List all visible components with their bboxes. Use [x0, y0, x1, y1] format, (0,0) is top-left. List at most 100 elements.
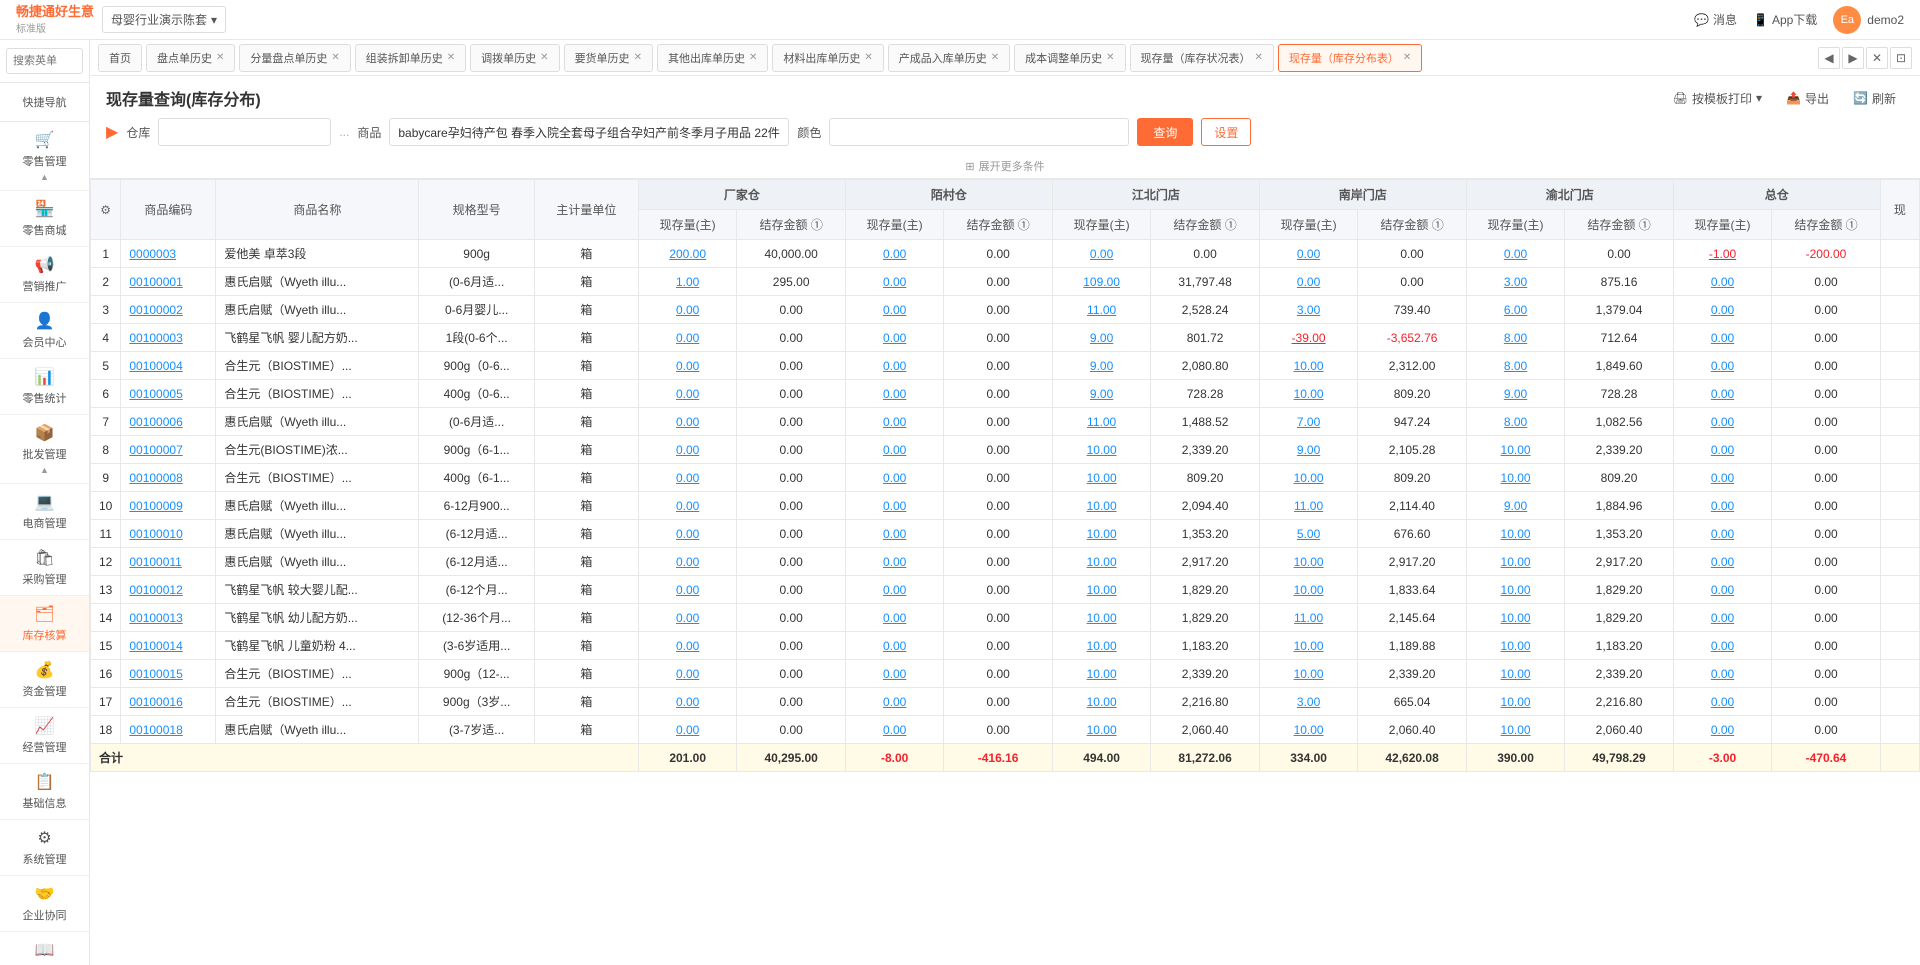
- sidebar-item-电商管理[interactable]: 💻电商管理: [0, 484, 89, 540]
- table-row: 12 00100011 惠氏启赋（Wyeth illu... (6-12月适..…: [91, 548, 1920, 576]
- sidebar-item-资金管理[interactable]: 💰资金管理: [0, 652, 89, 708]
- sidebar-item-采购管理[interactable]: 🛍采购管理: [0, 540, 89, 596]
- quick-nav-item[interactable]: 快捷导航: [0, 87, 89, 117]
- orange-arrow[interactable]: ▶: [106, 122, 118, 142]
- th-spec: 规格型号: [419, 180, 535, 240]
- expand-label: 展开更多条件: [979, 158, 1045, 174]
- message-label: 消息: [1713, 11, 1737, 28]
- settings-button[interactable]: 设置: [1201, 118, 1251, 146]
- th-current: 现: [1880, 180, 1919, 240]
- expand-icon: ⊞: [965, 160, 974, 173]
- query-button[interactable]: 查询: [1137, 118, 1193, 146]
- sidebar-item-系统管理[interactable]: ⚙系统管理: [0, 820, 89, 876]
- warehouse-input[interactable]: [158, 118, 331, 146]
- th-jb: 江北门店: [1052, 180, 1259, 210]
- message-button[interactable]: 💬 消息: [1694, 11, 1737, 28]
- search-input[interactable]: [6, 48, 83, 74]
- th-jb-qty: 现存量(主): [1052, 210, 1151, 240]
- color-input[interactable]: [829, 118, 1129, 146]
- sidebar-item-库存核算[interactable]: 🗂库存核算: [0, 596, 89, 652]
- th-yb-qty: 现存量(主): [1466, 210, 1565, 240]
- refresh-button[interactable]: 🔄 刷新: [1845, 87, 1904, 110]
- th-total: 总仓: [1673, 180, 1880, 210]
- tab-盘点单历史[interactable]: 盘点单历史✕: [146, 44, 235, 72]
- table-row: 2 00100001 惠氏启赋（Wyeth illu... (0-6月适... …: [91, 268, 1920, 296]
- search-area: [0, 40, 89, 83]
- table-row: 1 0000003 爱他美 卓萃3段 900g 箱 200.00 40,000.…: [91, 240, 1920, 268]
- sidebar-item-营销推广[interactable]: 📢营销推广: [0, 247, 89, 303]
- th-na: 南岸门店: [1259, 180, 1466, 210]
- logo: 畅捷通好生意 标准版: [16, 4, 94, 35]
- table-row: 18 00100018 惠氏启赋（Wyeth illu... (3-7岁适...…: [91, 716, 1920, 744]
- app-icon: 📱: [1753, 13, 1768, 27]
- tab-bar: 首页盘点单历史✕分量盘点单历史✕组装拆卸单历史✕调拨单历史✕要货单历史✕其他出库…: [90, 40, 1920, 76]
- tab-现存量（库存状况表）[interactable]: 现存量（库存状况表）✕: [1130, 44, 1274, 72]
- tab-组装拆卸单历史[interactable]: 组装拆卸单历史✕: [355, 44, 466, 72]
- table-row: 6 00100005 合生元（BIOSTIME）... 400g（0-6... …: [91, 380, 1920, 408]
- th-mc-qty: 现存量(主): [845, 210, 944, 240]
- sidebar-item-零售管理[interactable]: 🛒零售管理▲: [0, 122, 89, 191]
- user-name: demo2: [1867, 13, 1904, 27]
- sidebar-item-企业协同[interactable]: 🤝企业协同: [0, 876, 89, 932]
- goods-label: 商品: [357, 124, 381, 141]
- app-download-button[interactable]: 📱 App下载: [1753, 11, 1817, 28]
- sidebar-item-基础信息[interactable]: 📋基础信息: [0, 764, 89, 820]
- table-row: 15 00100014 飞鹤星飞帆 儿童奶粉 4... (3-6岁适用... 箱…: [91, 632, 1920, 660]
- th-unit: 主计量单位: [534, 180, 638, 240]
- store-dropdown-icon: ▾: [211, 13, 217, 27]
- th-total-qty: 现存量(主): [1673, 210, 1772, 240]
- sidebar-item-零售商城[interactable]: 🏪零售商城: [0, 191, 89, 247]
- table-row: 9 00100008 合生元（BIOSTIME）... 400g（6-1... …: [91, 464, 1920, 492]
- tab-现存量（库存分布表）[interactable]: 现存量（库存分布表）✕: [1278, 44, 1422, 72]
- print-icon: 🖨: [1673, 91, 1688, 105]
- page-header: 现存量查询(库存分布) 🖨 按模板打印 ▾ 📤 导出 🔄 刷新 ▶ 仓库: [90, 76, 1920, 179]
- tab-产成品入库单历史[interactable]: 产成品入库单历史✕: [888, 44, 1010, 72]
- tab-首页[interactable]: 首页: [98, 44, 142, 72]
- main-content: 现存量查询(库存分布) 🖨 按模板打印 ▾ 📤 导出 🔄 刷新 ▶ 仓库: [90, 76, 1920, 965]
- th-jb-amt: 结存金额 ①: [1151, 210, 1259, 240]
- th-na-qty: 现存量(主): [1259, 210, 1358, 240]
- sidebar-item-经营管理[interactable]: 📈经营管理: [0, 708, 89, 764]
- tab-分量盘点单历史[interactable]: 分量盘点单历史✕: [239, 44, 350, 72]
- tab-next-button[interactable]: ▶: [1842, 47, 1864, 69]
- color-label: 颜色: [797, 124, 821, 141]
- th-code: 商品编码: [121, 180, 216, 240]
- logo-sub: 标准版: [16, 20, 94, 35]
- table-row: 13 00100012 飞鹤星飞帆 较大婴儿配... (6-12个月... 箱 …: [91, 576, 1920, 604]
- th-na-amt: 结存金额 ①: [1358, 210, 1466, 240]
- th-yb-amt: 结存金额 ①: [1565, 210, 1673, 240]
- th-settings[interactable]: ⚙: [91, 180, 121, 240]
- tab-材料出库单历史[interactable]: 材料出库单历史✕: [772, 44, 883, 72]
- tab-expand-button[interactable]: ⊡: [1890, 47, 1912, 69]
- tab-调拨单历史[interactable]: 调拨单历史✕: [470, 44, 559, 72]
- total-row: 合计 201.00 40,295.00 -8.00 -416.16 494.00…: [91, 744, 1920, 772]
- tab-要货单历史[interactable]: 要货单历史✕: [564, 44, 653, 72]
- table-row: 11 00100010 惠氏启赋（Wyeth illu... (6-12月适..…: [91, 520, 1920, 548]
- user-area[interactable]: Ea demo2: [1833, 6, 1904, 34]
- tab-close-button[interactable]: ✕: [1866, 47, 1888, 69]
- tab-成本调整单历史[interactable]: 成本调整单历史✕: [1014, 44, 1125, 72]
- sidebar-item-批发管理[interactable]: 📦批发管理▲: [0, 415, 89, 484]
- quick-nav: 快捷导航: [0, 83, 89, 122]
- table-row: 16 00100015 合生元（BIOSTIME）... 900g（12-...…: [91, 660, 1920, 688]
- goods-input[interactable]: [389, 118, 789, 146]
- th-cj-qty: 现存量(主): [638, 210, 737, 240]
- sidebar-item-新手引导[interactable]: 📖新手引导: [0, 932, 89, 965]
- th-cj-amt: 结存金额 ①: [737, 210, 845, 240]
- th-mc: 陌村仓: [845, 180, 1052, 210]
- table-row: 5 00100004 合生元（BIOSTIME）... 900g（0-6... …: [91, 352, 1920, 380]
- tab-其他出库单历史[interactable]: 其他出库单历史✕: [657, 44, 768, 72]
- print-button[interactable]: 🖨 按模板打印 ▾: [1665, 87, 1770, 110]
- export-button[interactable]: 📤 导出: [1778, 87, 1837, 110]
- sidebar-item-零售统计[interactable]: 📊零售统计: [0, 359, 89, 415]
- refresh-label: 刷新: [1872, 90, 1896, 107]
- sidebar-item-会员中心[interactable]: 👤会员中心: [0, 303, 89, 359]
- th-yb: 渝北门店: [1466, 180, 1673, 210]
- store-selector[interactable]: 母婴行业演示陈套 ▾: [102, 6, 226, 33]
- table-row: 4 00100003 飞鹤星飞帆 婴儿配方奶... 1段(0-6个... 箱 0…: [91, 324, 1920, 352]
- table-row: 17 00100016 合生元（BIOSTIME）... 900g（3岁... …: [91, 688, 1920, 716]
- store-name: 母婴行业演示陈套: [111, 11, 207, 28]
- tab-prev-button[interactable]: ◀: [1818, 47, 1840, 69]
- expand-row[interactable]: ⊞ 展开更多条件: [106, 154, 1904, 178]
- top-bar: 畅捷通好生意 标准版 母婴行业演示陈套 ▾ 💬 消息 📱 App下载 Ea de…: [0, 0, 1920, 40]
